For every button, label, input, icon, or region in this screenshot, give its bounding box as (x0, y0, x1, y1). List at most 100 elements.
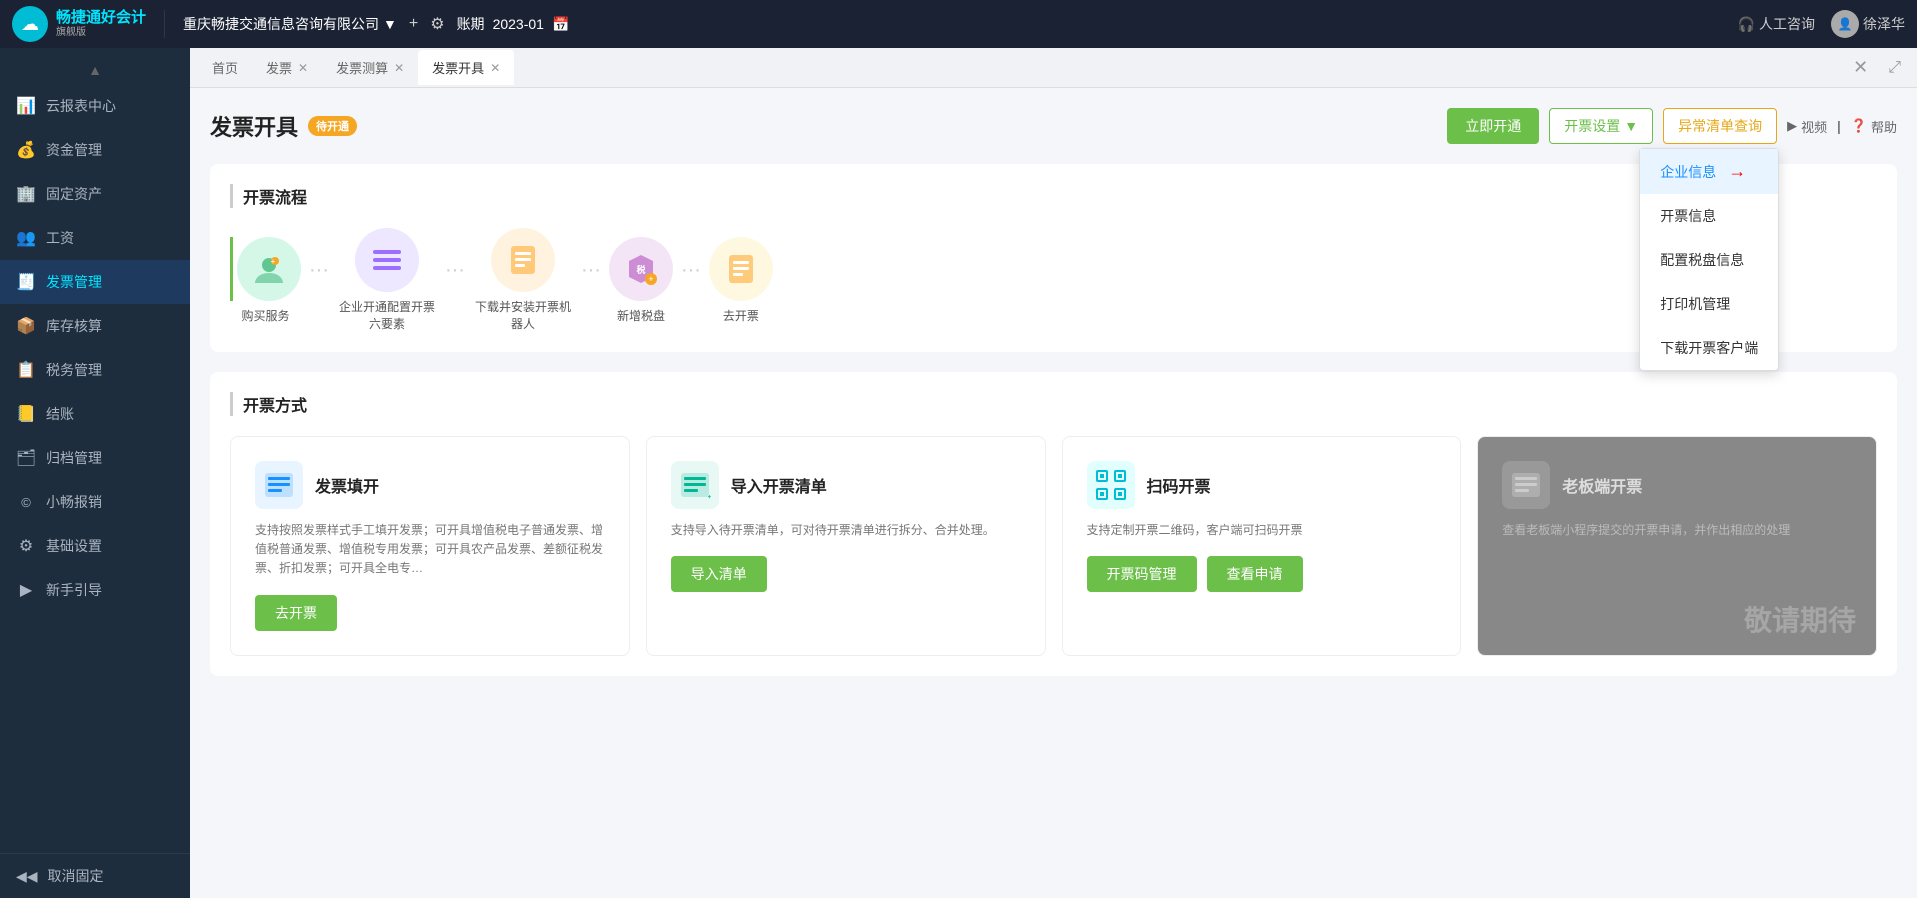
activate-button[interactable]: 立即开通 (1447, 108, 1539, 144)
fill-card-header: 发票填开 (255, 461, 605, 509)
fill-desc: 支持按照发票样式手工填开发票；可开具增值税电子普通发票、增值税普通发票、增值税专… (255, 521, 605, 579)
help-button[interactable]: ❓ 帮助 (1851, 117, 1897, 136)
method-cards: 发票填开 支持按照发票样式手工填开发票；可开具增值税电子普通发票、增值税普通发票… (230, 436, 1877, 656)
play-icon: ▶ (1787, 118, 1797, 134)
video-button[interactable]: ▶ 视频 (1787, 117, 1827, 136)
exception-button[interactable]: 异常清单查询 (1663, 108, 1777, 144)
support-button[interactable]: 🎧 人工咨询 (1738, 14, 1815, 34)
header-actions: 立即开通 开票设置 ▼ 企业信息 → (1447, 108, 1897, 144)
sidebar-item-xiaochang[interactable]: © 小畅报销 (0, 480, 190, 524)
kucun-icon: 📦 (16, 316, 36, 336)
methods-section-title: 开票方式 (230, 392, 1877, 416)
dropdown-item-invoice-info[interactable]: 开票信息 (1640, 194, 1778, 238)
methods-section: 开票方式 发票填开 支持按照发票样式手工填开发票；可开具增值税电子普通发票、增值… (210, 372, 1897, 676)
flow-arrow-4: ··· (681, 259, 701, 302)
tab-fapiaokaiju[interactable]: 发票开具 ✕ (418, 50, 514, 85)
scan-view-button[interactable]: 查看申请 (1207, 556, 1303, 592)
config-step-icon (355, 228, 419, 292)
add-button[interactable]: + (409, 15, 418, 33)
shuiwu-icon: 📋 (16, 360, 36, 380)
import-list-button[interactable]: 导入清单 (671, 556, 767, 592)
boss-icon (1502, 461, 1550, 509)
tab-label: 发票测算 (336, 58, 388, 77)
method-card-import: ← 导入开票清单 支持导入待开票清单，可对待开票清单进行拆分、合并处理。 导入清… (646, 436, 1046, 656)
company-name: 重庆畅捷交通信息咨询有限公司 (183, 14, 379, 34)
addtax-step-icon: 税+ (609, 237, 673, 301)
addtax-step-label: 新增税盘 (617, 307, 665, 324)
jichu-icon: ⚙ (16, 536, 36, 556)
help-icon: ❓ (1851, 118, 1867, 134)
window-close-button[interactable]: ✕ (1845, 53, 1876, 82)
scan-icon (1087, 461, 1135, 509)
sidebar-item-label: 固定资产 (46, 184, 102, 204)
sidebar-item-gongzi[interactable]: 👥 工资 (0, 216, 190, 260)
guidang-icon: 🗂 (16, 448, 36, 468)
fill-title: 发票填开 (315, 473, 379, 497)
tab-label: 发票开具 (432, 58, 484, 77)
sidebar-scroll-up[interactable]: ▲ (0, 56, 190, 84)
method-card-boss: 老板端开票 查看老板端小程序提交的开票申请，并作出相应的处理 敬请期待 (1477, 436, 1877, 656)
dropdown-item-label: 开票信息 (1660, 206, 1716, 226)
page-header: 发票开具 待开通 立即开通 开票设置 ▼ (210, 108, 1897, 144)
calendar-icon: 📅 (552, 16, 569, 33)
settings-button[interactable]: ⚙ (430, 14, 444, 34)
sidebar-cancel-pin[interactable]: ◀◀ 取消固定 (0, 854, 190, 898)
dropdown-item-label: 下载开票客户端 (1660, 338, 1758, 358)
fill-invoice-button[interactable]: 去开票 (255, 595, 337, 631)
sidebar-item-gudingzichan[interactable]: 🏢 固定资产 (0, 172, 190, 216)
scan-buttons: 开票码管理 查看申请 (1087, 556, 1437, 592)
flow-section-title: 开票流程 (230, 184, 1877, 208)
sidebar-item-label: 归档管理 (46, 448, 102, 468)
dropdown-item-tax-disk[interactable]: 配置税盘信息 (1640, 238, 1778, 282)
boss-title: 老板端开票 (1562, 473, 1642, 497)
sidebar-item-jichu[interactable]: ⚙ 基础设置 (0, 524, 190, 568)
logo-icon: ☁ (12, 6, 48, 42)
zijin-icon: 💰 (16, 140, 36, 160)
avatar: 👤 (1831, 10, 1859, 38)
overlay-text: 敬请期待 (1744, 599, 1856, 639)
dropdown-item-download-client[interactable]: 下载开票客户端 (1640, 326, 1778, 370)
company-dropdown-icon: ▼ (383, 16, 397, 32)
download-step-icon (491, 228, 555, 292)
tab-close-icon[interactable]: ✕ (298, 61, 308, 75)
tab-fapiaocesuan[interactable]: 发票测算 ✕ (322, 50, 418, 85)
import-icon: ← (671, 461, 719, 509)
buy-step-label: 购买服务 (241, 307, 289, 324)
sidebar-item-zijin[interactable]: 💰 资金管理 (0, 128, 190, 172)
sidebar-item-kucun[interactable]: 📦 库存核算 (0, 304, 190, 348)
tab-label: 首页 (212, 58, 238, 77)
tab-fapiao[interactable]: 发票 ✕ (252, 50, 322, 85)
sidebar-item-jiezhang[interactable]: 📒 结账 (0, 392, 190, 436)
dropdown-item-company-info[interactable]: 企业信息 → (1640, 149, 1778, 194)
company-selector[interactable]: 重庆畅捷交通信息咨询有限公司 ▼ (183, 14, 397, 34)
period-display[interactable]: 账期 2023-01 📅 (457, 14, 570, 34)
sidebar-item-guidang[interactable]: 🗂 归档管理 (0, 436, 190, 480)
scan-manage-button[interactable]: 开票码管理 (1087, 556, 1197, 592)
scan-desc: 支持定制开票二维码，客户端可扫码开票 (1087, 521, 1437, 540)
sidebar: ▲ 📊 云报表中心 💰 资金管理 🏢 固定资产 👥 工资 🧾 发票管理 (0, 48, 190, 898)
sidebar-item-fapiao[interactable]: 🧾 发票管理 (0, 260, 190, 304)
boss-desc: 查看老板端小程序提交的开票申请，并作出相应的处理 (1502, 521, 1852, 540)
sidebar-item-xinshou[interactable]: ▶ 新手引导 (0, 568, 190, 612)
flow-arrow-2: ··· (445, 259, 465, 302)
tab-close-icon[interactable]: ✕ (490, 61, 500, 75)
red-arrow-icon: → (1728, 161, 1746, 182)
dropdown-item-printer[interactable]: 打印机管理 (1640, 282, 1778, 326)
tab-close-icon[interactable]: ✕ (394, 61, 404, 75)
sidebar-item-label: 结账 (46, 404, 74, 424)
jiezhang-icon: 📒 (16, 404, 36, 424)
sidebar-item-yunbao[interactable]: 📊 云报表中心 (0, 84, 190, 128)
settings-button[interactable]: 开票设置 ▼ (1549, 108, 1653, 144)
pin-icon: ◀◀ (16, 868, 38, 885)
tab-home[interactable]: 首页 (198, 50, 252, 85)
flow-arrow-3: ··· (581, 259, 601, 302)
method-card-scan: 扫码开票 支持定制开票二维码，客户端可扫码开票 开票码管理 查看申请 (1062, 436, 1462, 656)
window-expand-button[interactable]: ⤢ (1880, 53, 1909, 82)
sidebar-item-shuiwu[interactable]: 📋 税务管理 (0, 348, 190, 392)
sidebar-item-label: 发票管理 (46, 272, 102, 292)
sidebar-item-label: 工资 (46, 228, 74, 248)
fill-icon (255, 461, 303, 509)
user-profile[interactable]: 👤 徐泽华 (1831, 10, 1905, 38)
download-step-label: 下载并安装开票机器人 (473, 298, 573, 332)
method-card-fill: 发票填开 支持按照发票样式手工填开发票；可开具增值税电子普通发票、增值税普通发票… (230, 436, 630, 656)
